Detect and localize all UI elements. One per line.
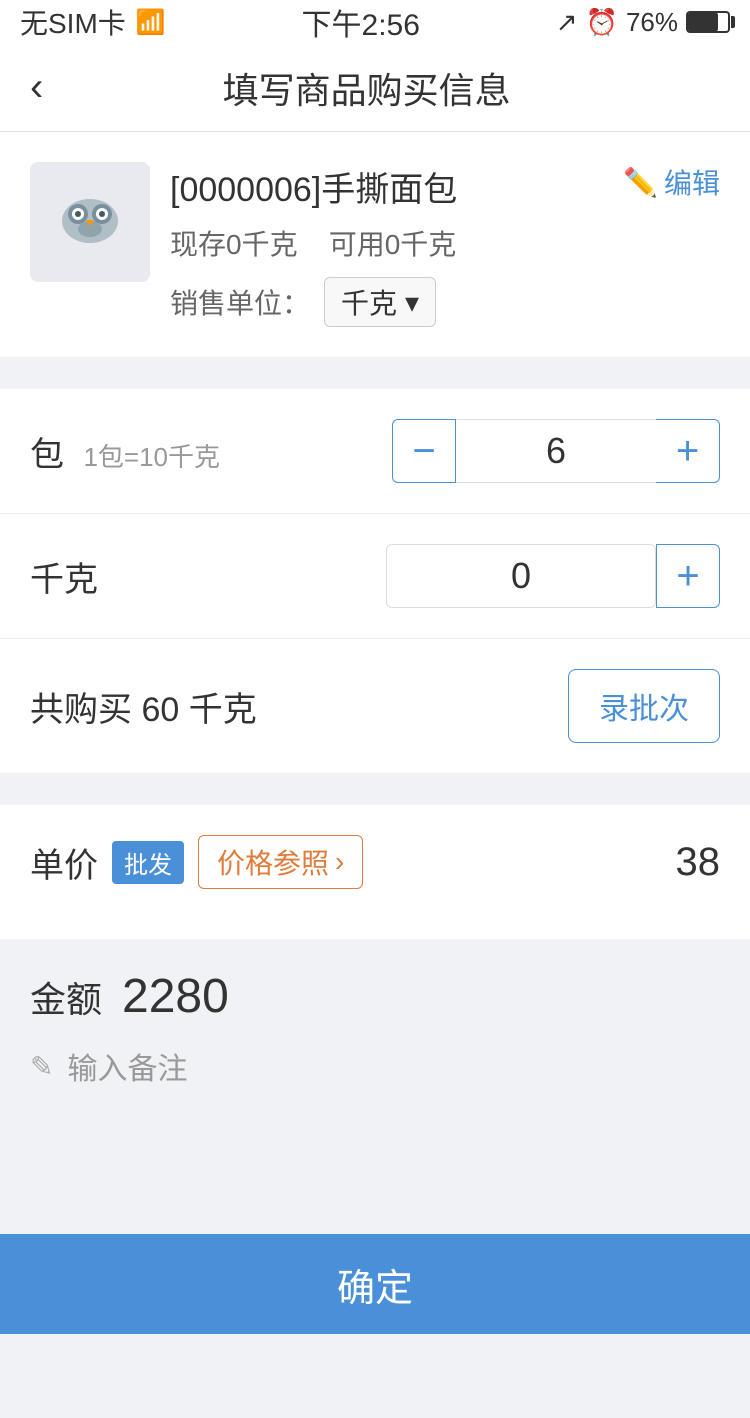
location-icon: ↗ [556, 7, 578, 38]
summary-row: 共购买 60 千克 录批次 [0, 639, 750, 773]
remark-row[interactable]: ✎ 输入备注 [30, 1044, 720, 1088]
amount-row: 金额 2280 [30, 969, 720, 1024]
bag-input-row: 包 1包=10千克 − + [0, 389, 750, 514]
price-ref-button[interactable]: 价格参照 › [198, 835, 363, 889]
nav-bar: ‹ 填写商品购买信息 [0, 44, 750, 132]
edit-label: 编辑 [664, 162, 720, 202]
unit-value: 千克 [341, 282, 397, 322]
input-section: 包 1包=10千克 − + 千克 + [0, 389, 750, 639]
status-left: 无SIM卡 📶 [20, 2, 166, 42]
edit-button[interactable]: ✏️ 编辑 [623, 162, 720, 202]
price-row: 单价 批发 价格参照 › 38 [30, 835, 720, 889]
separator-1 [0, 373, 750, 389]
price-section: 单价 批发 价格参照 › 38 [0, 805, 750, 939]
kg-input-row: 千克 + [0, 514, 750, 639]
battery-percent: 76% [626, 7, 678, 38]
price-ref-label: 价格参照 [217, 842, 329, 882]
bag-minus-button[interactable]: − [392, 419, 456, 483]
confirm-button[interactable]: 确定 [337, 1257, 413, 1312]
confirm-bar[interactable]: 确定 [0, 1234, 750, 1334]
product-stock: 现存0千克 可用0千克 [170, 223, 720, 263]
status-bar: 无SIM卡 📶 下午2:56 ↗ ⏰ 76% [0, 0, 750, 44]
carrier-label: 无SIM卡 [20, 2, 126, 42]
bag-quantity-control: − + [392, 419, 720, 483]
price-value: 38 [676, 840, 721, 885]
product-image [30, 162, 150, 282]
status-right: ↗ ⏰ 76% [556, 7, 730, 38]
summary-text: 共购买 60 千克 [30, 682, 257, 731]
product-logo-icon [50, 186, 130, 258]
bag-label: 包 1包=10千克 [30, 427, 392, 476]
bag-hint: 1包=10千克 [83, 442, 220, 472]
batch-button[interactable]: 录批次 [568, 669, 720, 743]
price-left: 单价 批发 价格参照 › [30, 835, 363, 889]
unit-selector[interactable]: 千克 ▾ [324, 277, 436, 327]
available-label: 可用0千克 [329, 229, 457, 260]
back-button[interactable]: ‹ [30, 65, 43, 110]
kg-plus-button[interactable]: + [656, 544, 720, 608]
stock-label: 现存0千克 [170, 229, 298, 260]
unit-label: 销售单位： [170, 282, 310, 322]
product-card: [0000006]手撕面包 现存0千克 可用0千克 销售单位： 千克 ▾ ✏️ … [0, 132, 750, 357]
alarm-icon: ⏰ [586, 7, 618, 38]
bag-plus-button[interactable]: + [656, 419, 720, 483]
kg-label: 千克 [30, 552, 386, 601]
price-ref-arrow: › [335, 846, 344, 878]
status-time: 下午2:56 [302, 0, 420, 44]
product-unit-row: 销售单位： 千克 ▾ [170, 277, 720, 327]
price-badge: 批发 [112, 841, 184, 884]
amount-value: 2280 [122, 969, 229, 1024]
pencil-icon: ✎ [30, 1050, 53, 1083]
wifi-icon: 📶 [136, 8, 166, 37]
battery-icon [686, 11, 730, 33]
kg-quantity-control: + [386, 544, 720, 608]
edit-icon: ✏️ [623, 166, 658, 199]
amount-label: 金额 [30, 971, 102, 1023]
amount-section: 金额 2280 ✎ 输入备注 [0, 939, 750, 1118]
battery-fill [688, 13, 718, 31]
separator-2 [0, 773, 750, 789]
bag-quantity-input[interactable] [456, 419, 656, 483]
kg-quantity-input[interactable] [386, 544, 656, 608]
price-label: 单价 [30, 838, 98, 887]
unit-dropdown-icon: ▾ [405, 286, 419, 319]
remark-placeholder: 输入备注 [67, 1044, 187, 1088]
page-title: 填写商品购买信息 [63, 62, 670, 114]
